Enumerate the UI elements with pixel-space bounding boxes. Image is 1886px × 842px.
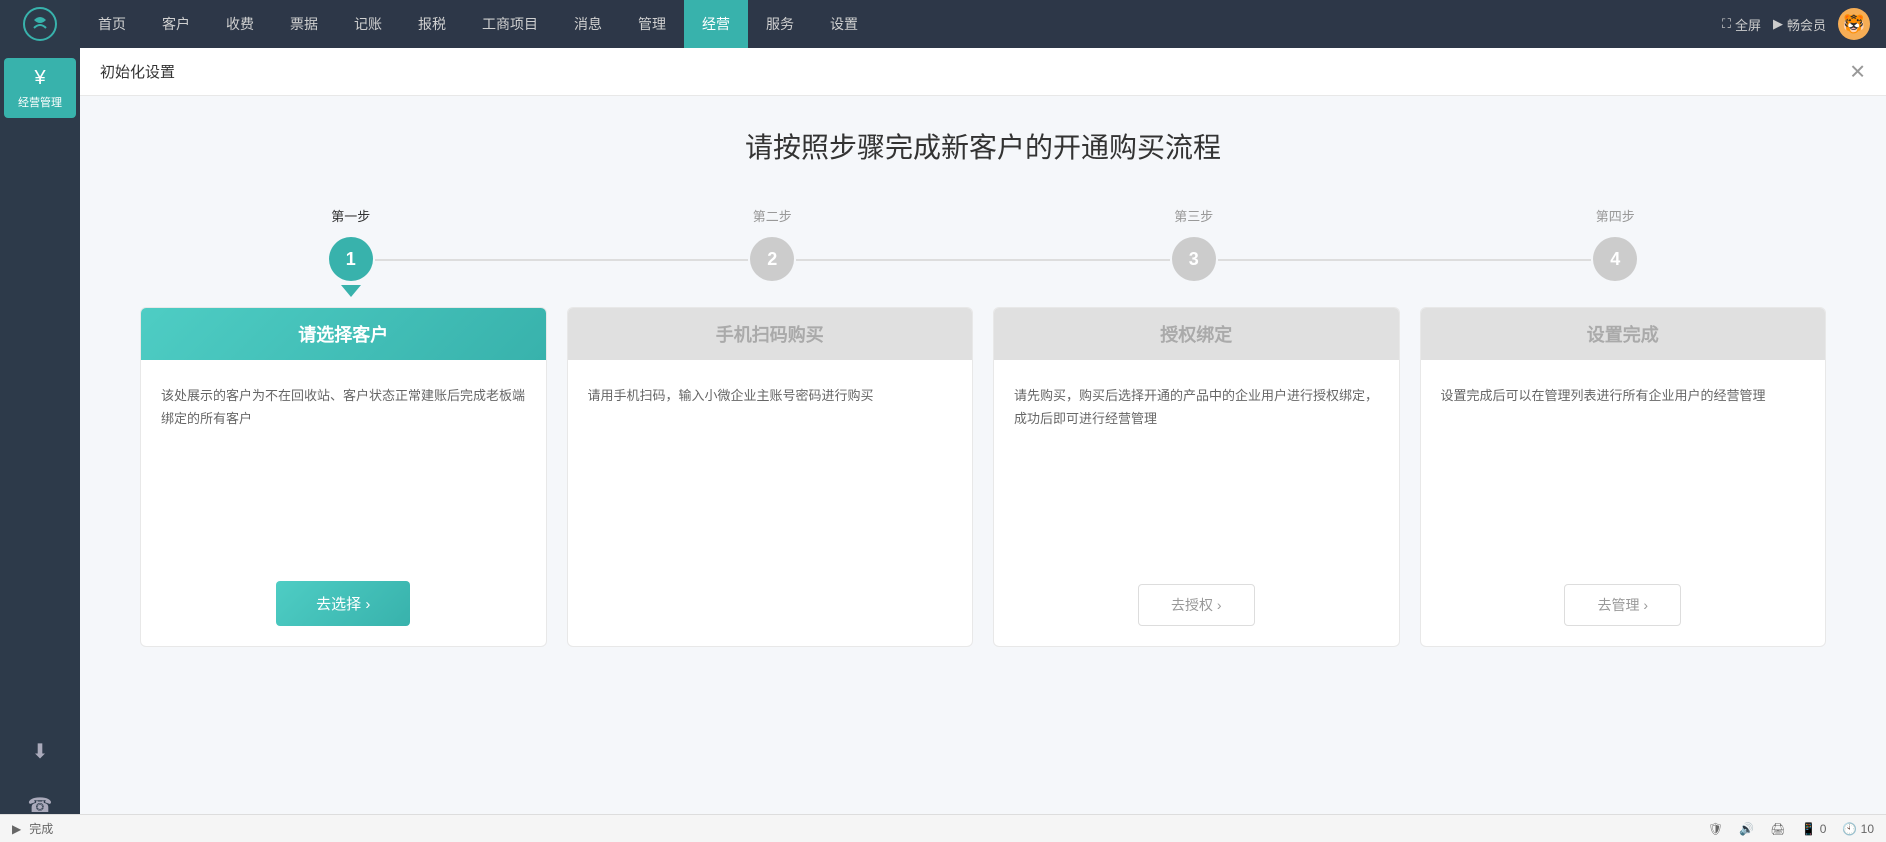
- steps-container: 第一步1›第二步2›第三步3›第四步4: [140, 206, 1826, 297]
- play-btn[interactable]: ▶: [12, 822, 21, 836]
- volume-icon: 🔊: [1739, 822, 1754, 836]
- step-circle-3: 3: [1172, 237, 1216, 281]
- top-nav-right: ⛶ 全屏 ▶ 畅会员 🐯: [1722, 8, 1886, 40]
- member-btn[interactable]: ▶ 畅会员: [1773, 15, 1826, 34]
- step-4: 第四步 4: [1405, 206, 1827, 281]
- card-btn-3[interactable]: 去授权 ›: [1138, 584, 1255, 626]
- card-body-3: 请先购买，购买后选择开通的产品中的企业用户进行授权绑定，成功后即可进行经营管理: [994, 360, 1399, 568]
- status-bar-right: 🛡 🔊 🖨 📱 0 🕙 10: [1708, 822, 1874, 836]
- content-body: 请按照步骤完成新客户的开通购买流程 第一步1›第二步2›第三步3›第四步4 请选…: [80, 96, 1886, 842]
- nav-item-设置[interactable]: 设置: [812, 0, 876, 48]
- fullscreen-btn[interactable]: ⛶ 全屏: [1722, 15, 1761, 34]
- card-footer-1: 去选择 ›: [141, 565, 546, 646]
- nav-item-经营[interactable]: 经营: [684, 0, 748, 48]
- nav-item-工商项目[interactable]: 工商项目: [464, 0, 556, 48]
- fullscreen-label: 全屏: [1735, 15, 1761, 34]
- printer-icon: 🖨: [1770, 822, 1785, 836]
- sidebar: ¥ 经营管理 ⬇ ☎: [0, 48, 80, 842]
- page-header: 初始化设置 ✕: [80, 48, 1886, 96]
- card-3: 授权绑定请先购买，购买后选择开通的产品中的企业用户进行授权绑定，成功后即可进行经…: [993, 307, 1400, 647]
- network-info: 📱 0: [1801, 822, 1826, 836]
- fullscreen-icon: ⛶: [1722, 16, 1731, 32]
- cards-row: 请选择客户该处展示的客户为不在回收站、客户状态正常建账后完成老板端绑定的所有客户…: [140, 307, 1826, 647]
- nav-item-服务[interactable]: 服务: [748, 0, 812, 48]
- download-icon: ⬇: [32, 739, 49, 764]
- nav-items: 首页客户收费票据记账报税工商项目消息管理经营服务设置: [80, 0, 876, 48]
- nav-item-消息[interactable]: 消息: [556, 0, 620, 48]
- status-bar: ▶ 完成 🛡 🔊 🖨 📱 0 🕙 10: [0, 814, 1886, 842]
- card-btn-4[interactable]: 去管理 ›: [1564, 584, 1681, 626]
- step-2: 第二步2›: [562, 206, 984, 281]
- step-label-1: 第一步: [331, 206, 370, 225]
- card-1: 请选择客户该处展示的客户为不在回收站、客户状态正常建账后完成老板端绑定的所有客户…: [140, 307, 547, 647]
- main-heading: 请按照步骤完成新客户的开通购买流程: [745, 126, 1221, 166]
- card-btn-1[interactable]: 去选择 ›: [276, 581, 410, 626]
- shield-icon: 🛡: [1708, 822, 1723, 836]
- nav-item-报税[interactable]: 报税: [400, 0, 464, 48]
- step-circle-2: 2: [750, 237, 794, 281]
- nav-item-票据[interactable]: 票据: [272, 0, 336, 48]
- step-circle-1: 1: [329, 237, 373, 281]
- card-4: 设置完成设置完成后可以在管理列表进行所有企业用户的经营管理去管理 ›: [1420, 307, 1827, 647]
- sidebar-item-download[interactable]: ⬇: [4, 726, 76, 776]
- nav-item-收费[interactable]: 收费: [208, 0, 272, 48]
- yen-icon: ¥: [34, 67, 45, 90]
- card-header-1: 请选择客户: [141, 308, 546, 360]
- close-button[interactable]: ✕: [1849, 59, 1866, 84]
- logo-icon: [22, 6, 58, 42]
- nav-item-首页[interactable]: 首页: [80, 0, 144, 48]
- card-body-2: 请用手机扫码，输入小微企业主账号密码进行购买: [568, 360, 973, 610]
- page-title: 初始化设置: [100, 61, 175, 82]
- step-circle-4: 4: [1593, 237, 1637, 281]
- card-footer-4: 去管理 ›: [1421, 568, 1826, 646]
- sidebar-item-management[interactable]: ¥ 经营管理: [4, 58, 76, 118]
- card-2: 手机扫码购买请用手机扫码，输入小微企业主账号密码进行购买: [567, 307, 974, 647]
- card-header-3: 授权绑定: [994, 308, 1399, 360]
- step-label-3: 第三步: [1174, 206, 1213, 225]
- card-header-4: 设置完成: [1421, 308, 1826, 360]
- sidebar-item-label: 经营管理: [18, 94, 62, 110]
- step-label-2: 第二步: [753, 206, 792, 225]
- card-body-4: 设置完成后可以在管理列表进行所有企业用户的经营管理: [1421, 360, 1826, 568]
- avatar[interactable]: 🐯: [1838, 8, 1870, 40]
- top-nav: 首页客户收费票据记账报税工商项目消息管理经营服务设置 ⛶ 全屏 ▶ 畅会员 🐯: [0, 0, 1886, 48]
- card-header-2: 手机扫码购买: [568, 308, 973, 360]
- steps: 第一步1›第二步2›第三步3›第四步4: [140, 206, 1826, 297]
- time-info: 🕙 10: [1842, 822, 1874, 836]
- nav-item-管理[interactable]: 管理: [620, 0, 684, 48]
- status-text: 完成: [29, 820, 53, 837]
- card-footer-2: [568, 610, 973, 646]
- logo: [0, 0, 80, 48]
- nav-item-客户[interactable]: 客户: [144, 0, 208, 48]
- member-label: 畅会员: [1787, 15, 1826, 34]
- step-1: 第一步1›: [140, 206, 562, 297]
- card-footer-3: 去授权 ›: [994, 568, 1399, 646]
- main-content: 初始化设置 ✕ 请按照步骤完成新客户的开通购买流程 第一步1›第二步2›第三步3…: [80, 48, 1886, 842]
- step-3: 第三步3›: [983, 206, 1405, 281]
- nav-item-记账[interactable]: 记账: [336, 0, 400, 48]
- step-label-4: 第四步: [1596, 206, 1635, 225]
- card-body-1: 该处展示的客户为不在回收站、客户状态正常建账后完成老板端绑定的所有客户: [141, 360, 546, 565]
- play-icon: ▶: [1773, 16, 1783, 32]
